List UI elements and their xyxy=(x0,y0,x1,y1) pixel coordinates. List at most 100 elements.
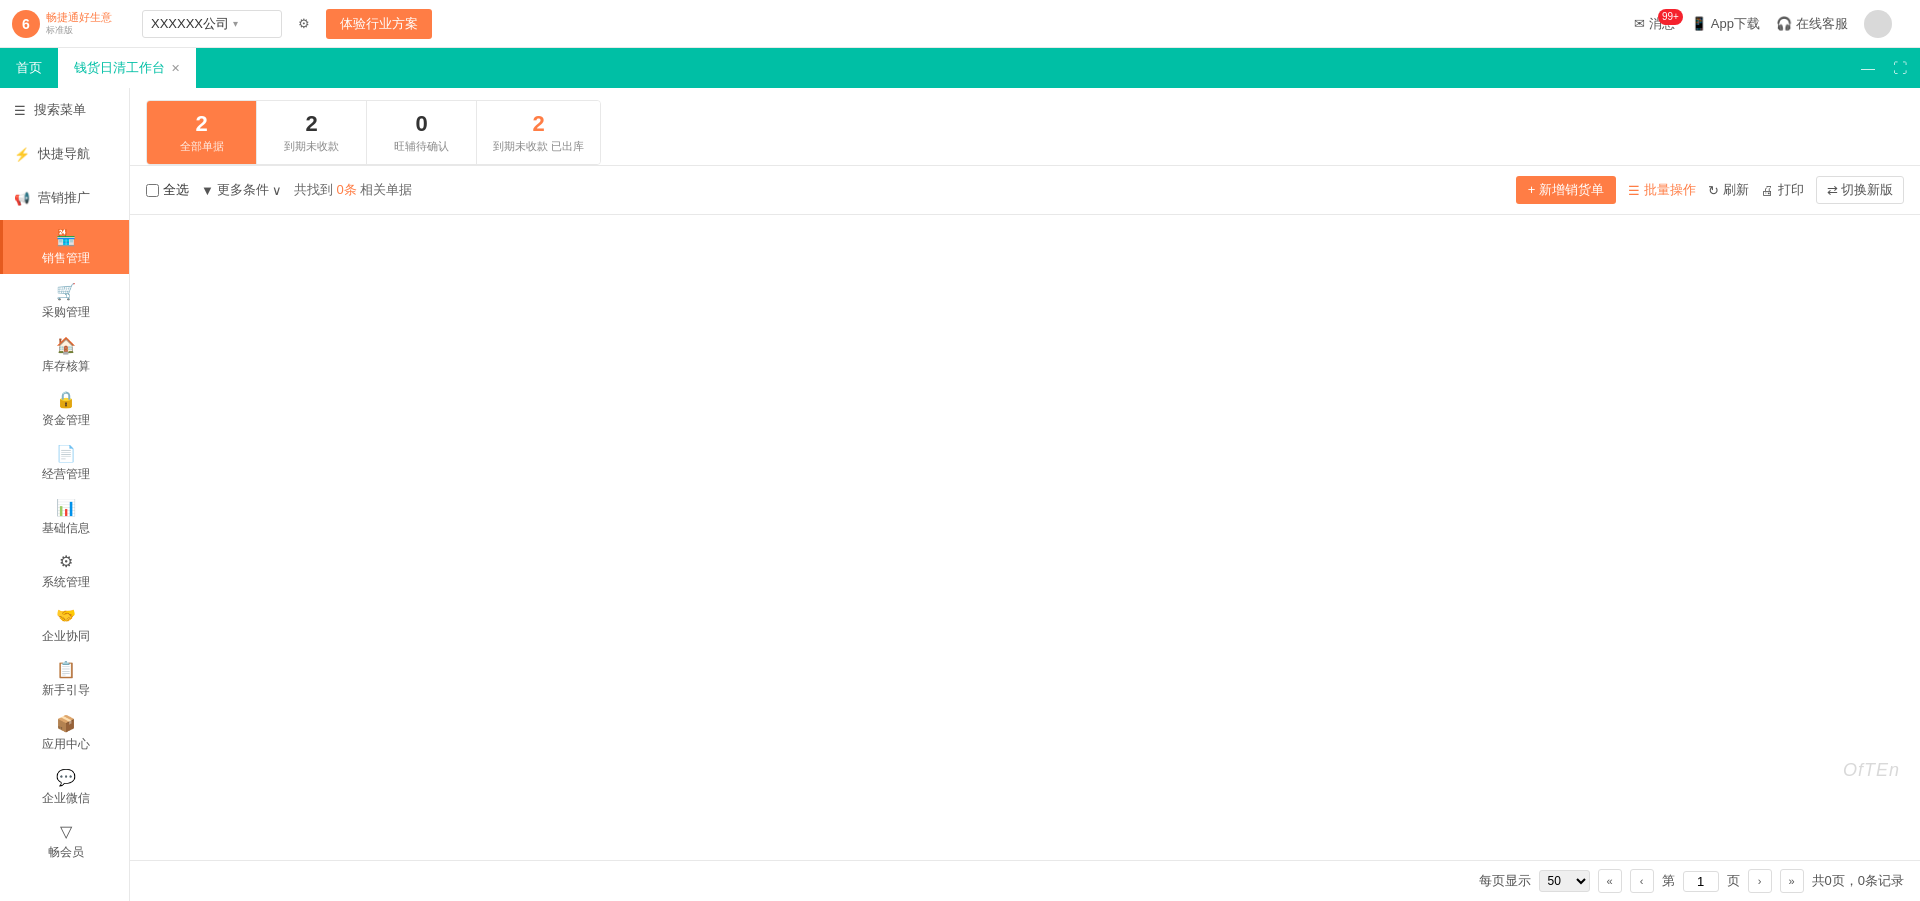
sidebar-item-purchase[interactable]: 🛒 采购管理 xyxy=(0,274,129,328)
sidebar-item-appstore[interactable]: 📦 应用中心 xyxy=(0,706,129,760)
page-number-input[interactable] xyxy=(1683,871,1719,892)
sidebar-item-inventory[interactable]: 🏠 库存核算 xyxy=(0,328,129,382)
sidebar-item-purchase-label: 采购管理 xyxy=(42,304,90,321)
sidebar-quick-nav[interactable]: ⚡ 快捷导航 xyxy=(0,132,129,176)
logo-icon: 6 xyxy=(12,10,40,38)
quick-nav-icon: ⚡ xyxy=(14,147,30,162)
toolbar-right: + 新增销货单 ☰ 批量操作 ↻ 刷新 🖨 打印 ⇄ 切换新版 xyxy=(1516,176,1904,204)
sidebar-item-finance[interactable]: 🔒 资金管理 xyxy=(0,382,129,436)
sidebar-item-member[interactable]: ▽ 畅会员 xyxy=(0,814,129,868)
sidebar-item-wechat[interactable]: 💬 企业微信 xyxy=(0,760,129,814)
stat-label-overdue: 到期未收款 xyxy=(273,139,350,154)
last-page-button[interactable]: » xyxy=(1780,869,1804,893)
per-page-select[interactable]: 50 100 xyxy=(1539,870,1590,892)
table-area xyxy=(130,215,1920,860)
online-service-button[interactable]: 🎧 在线客服 xyxy=(1776,15,1848,33)
main-layout: ☰ 搜索菜单 ⚡ 快捷导航 📢 营销推广 🏪 销售管理 🛒 采购管理 🏠 库存核… xyxy=(0,88,1920,901)
tab-bar-actions: — ⛶ xyxy=(1856,56,1920,80)
tab-home[interactable]: 首页 xyxy=(0,48,58,88)
settings-button[interactable]: ⚙ xyxy=(290,10,318,38)
stats-tabs: 2 全部单据 2 到期未收款 0 旺辅待确认 2 到期未收款 已出库 xyxy=(130,88,1920,166)
message-button[interactable]: ✉ 消息 99+ xyxy=(1634,15,1675,33)
switch-version-button[interactable]: ⇄ 切换新版 xyxy=(1816,176,1904,204)
sidebar-quick-nav-label: 快捷导航 xyxy=(38,145,90,163)
next-page-button[interactable]: › xyxy=(1748,869,1772,893)
found-count: 0条 xyxy=(337,182,357,197)
message-icon: ✉ xyxy=(1634,16,1645,31)
switch-icon: ⇄ xyxy=(1827,183,1838,198)
stat-tab-all[interactable]: 2 全部单据 xyxy=(147,101,257,164)
sidebar-item-basic[interactable]: 📊 基础信息 xyxy=(0,490,129,544)
found-text: 共找到 0条 相关单据 xyxy=(294,181,412,199)
total-info: 共0页，0条记录 xyxy=(1812,872,1904,890)
print-button[interactable]: 🖨 打印 xyxy=(1761,181,1804,199)
sidebar-item-operation-label: 经营管理 xyxy=(42,466,90,483)
stat-tab-wangpu[interactable]: 0 旺辅待确认 xyxy=(367,101,477,164)
sidebar-item-system-label: 系统管理 xyxy=(42,574,90,591)
sidebar-item-appstore-label: 应用中心 xyxy=(42,736,90,753)
switch-label: 切换新版 xyxy=(1841,181,1893,199)
company-selector[interactable]: XXXXXX公司 ▾ xyxy=(142,10,282,38)
toolbar: 全选 ▼ 更多条件 ∨ 共找到 0条 相关单据 + 新增销货单 ☰ 批量操作 ↻ xyxy=(130,166,1920,215)
add-sales-order-button[interactable]: + 新增销货单 xyxy=(1516,176,1616,204)
tab-bar: 首页 钱货日清工作台 ✕ — ⛶ xyxy=(0,48,1920,88)
online-service-label: 在线客服 xyxy=(1796,15,1848,33)
appstore-icon: 📦 xyxy=(56,714,76,733)
refresh-icon: ↻ xyxy=(1708,183,1719,198)
download-icon: 📱 xyxy=(1691,16,1707,31)
sidebar-item-wechat-label: 企业微信 xyxy=(42,790,90,807)
sidebar-search[interactable]: ☰ 搜索菜单 xyxy=(0,88,129,132)
search-icon: ☰ xyxy=(14,103,26,118)
page-suffix: 页 xyxy=(1727,872,1740,890)
finance-icon: 🔒 xyxy=(56,390,76,409)
tab-expand-button[interactable]: ⛶ xyxy=(1888,56,1912,80)
select-all-label: 全选 xyxy=(163,181,189,199)
operation-icon: 📄 xyxy=(56,444,76,463)
select-all-input[interactable] xyxy=(146,184,159,197)
content-area: 2 全部单据 2 到期未收款 0 旺辅待确认 2 到期未收款 已出库 xyxy=(130,88,1920,901)
wechat-icon: 💬 xyxy=(56,768,76,787)
avatar[interactable] xyxy=(1864,10,1892,38)
industry-button[interactable]: 体验行业方案 xyxy=(326,9,432,39)
sidebar-item-system[interactable]: ⚙ 系统管理 xyxy=(0,544,129,598)
guide-icon: 📋 xyxy=(56,660,76,679)
stat-tab-shipped[interactable]: 2 到期未收款 已出库 xyxy=(477,101,600,164)
sidebar-item-guide-label: 新手引导 xyxy=(42,682,90,699)
stats-tabs-inner: 2 全部单据 2 到期未收款 0 旺辅待确认 2 到期未收款 已出库 xyxy=(146,100,601,165)
stat-tab-overdue[interactable]: 2 到期未收款 xyxy=(257,101,367,164)
first-page-button[interactable]: « xyxy=(1598,869,1622,893)
sidebar-item-basic-label: 基础信息 xyxy=(42,520,90,537)
filter-button[interactable]: ▼ 更多条件 ∨ xyxy=(201,181,282,199)
header-right: ✉ 消息 99+ 📱 App下载 🎧 在线客服 xyxy=(1634,10,1908,38)
page-label: 第 xyxy=(1662,872,1675,890)
prev-page-button[interactable]: ‹ xyxy=(1630,869,1654,893)
found-suffix: 相关单据 xyxy=(360,182,412,197)
sidebar-item-enterprise[interactable]: 🤝 企业协同 xyxy=(0,598,129,652)
sidebar-item-guide[interactable]: 📋 新手引导 xyxy=(0,652,129,706)
app-badge: 标准版 xyxy=(46,24,112,37)
basic-icon: 📊 xyxy=(56,498,76,517)
sidebar-item-operation[interactable]: 📄 经营管理 xyxy=(0,436,129,490)
sidebar-marketing[interactable]: 📢 营销推广 xyxy=(0,176,129,220)
service-icon: 🎧 xyxy=(1776,16,1792,31)
member-icon: ▽ xyxy=(60,822,72,841)
print-label: 打印 xyxy=(1778,181,1804,199)
sidebar-item-inventory-label: 库存核算 xyxy=(42,358,90,375)
batch-icon: ☰ xyxy=(1628,183,1640,198)
tab-minimize-button[interactable]: — xyxy=(1856,56,1880,80)
purchase-icon: 🛒 xyxy=(56,282,76,301)
print-icon: 🖨 xyxy=(1761,183,1774,198)
tab-close-icon[interactable]: ✕ xyxy=(171,62,180,75)
select-all-checkbox[interactable]: 全选 xyxy=(146,181,189,199)
sidebar-item-sales[interactable]: 🏪 销售管理 xyxy=(0,220,129,274)
company-name: XXXXXX公司 xyxy=(151,15,229,33)
tab-workbench[interactable]: 钱货日清工作台 ✕ xyxy=(58,48,196,88)
batch-operation-button[interactable]: ☰ 批量操作 xyxy=(1628,181,1696,199)
app-download-button[interactable]: 📱 App下载 xyxy=(1691,15,1760,33)
batch-label: 批量操作 xyxy=(1644,181,1696,199)
stat-num-all: 2 xyxy=(163,111,240,137)
sidebar-item-member-label: 畅会员 xyxy=(48,844,84,861)
refresh-button[interactable]: ↻ 刷新 xyxy=(1708,181,1749,199)
per-page-label: 每页显示 xyxy=(1479,872,1531,890)
sidebar-item-enterprise-label: 企业协同 xyxy=(42,628,90,645)
